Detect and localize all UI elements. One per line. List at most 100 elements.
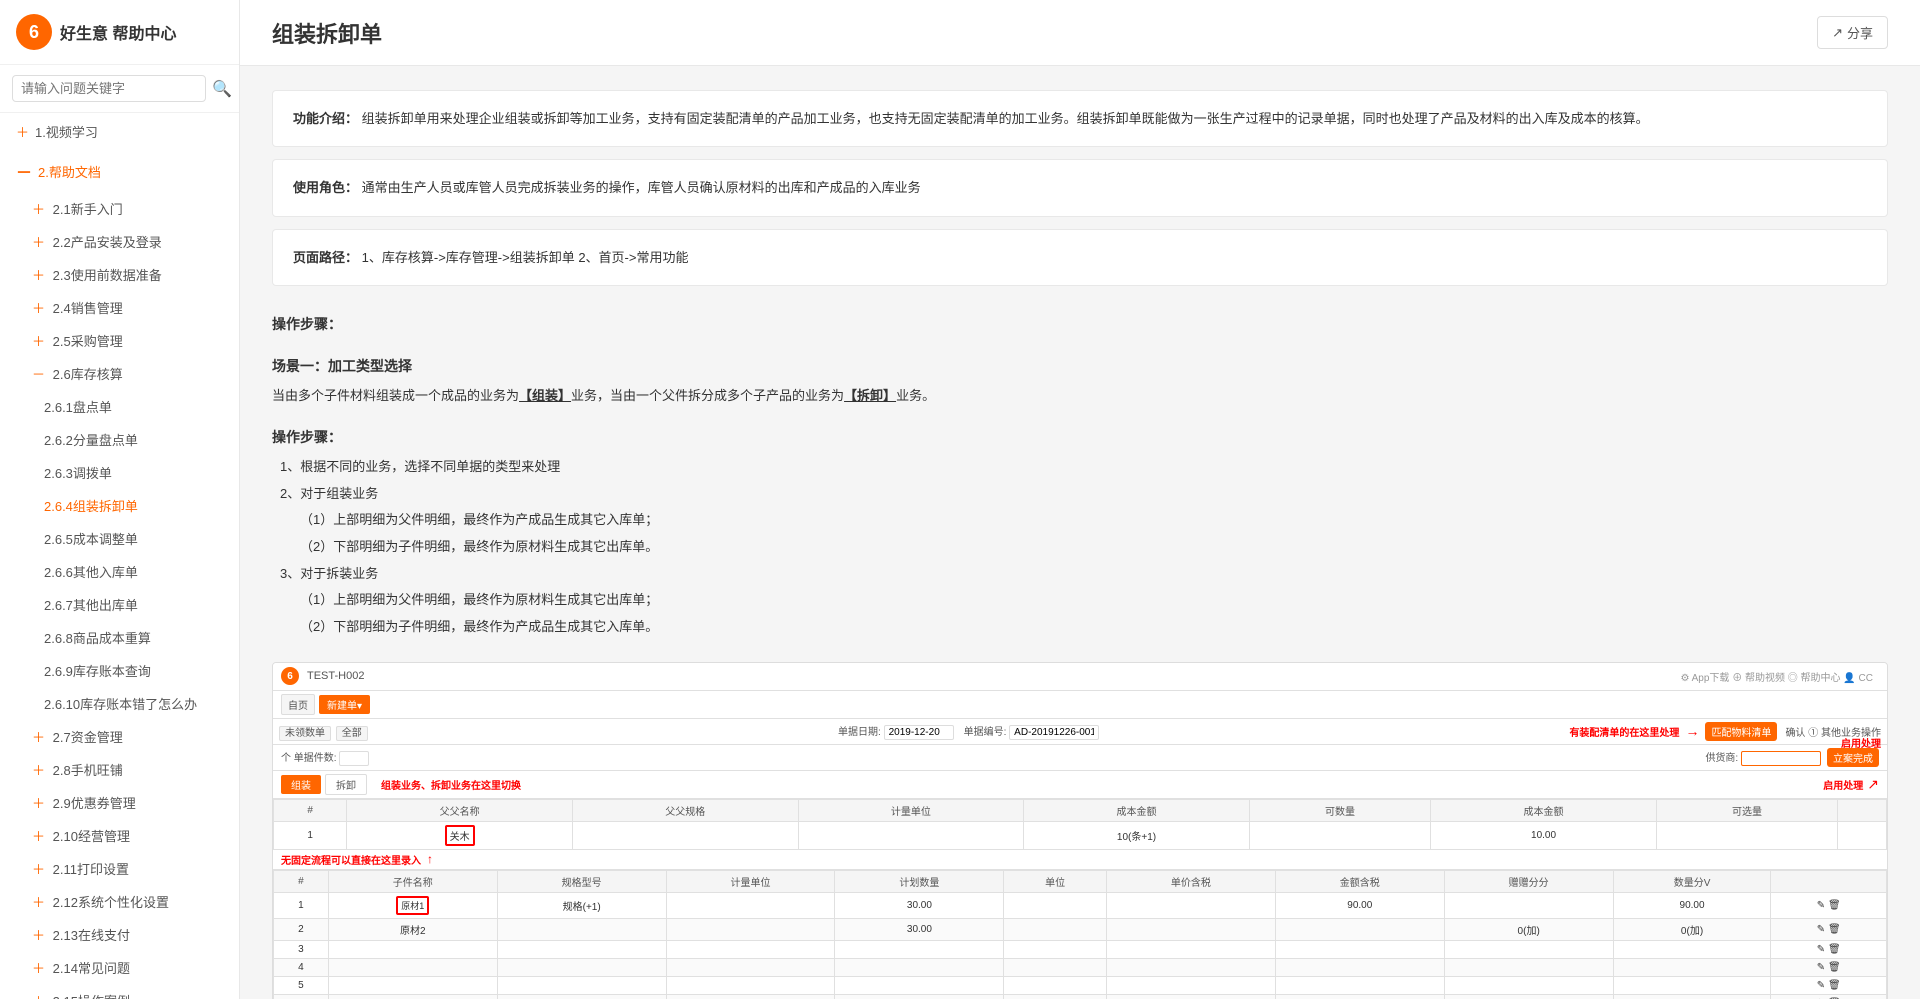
col-parent-spec: 父父规格 bbox=[572, 799, 798, 821]
sidebar-item-2.6.5[interactable]: 2.6.5成本调整单 bbox=[0, 522, 239, 555]
annotation-4: 启用处理 bbox=[1823, 777, 1863, 792]
plus-icon: ＋ bbox=[16, 122, 29, 141]
plus-icon-2.3: ＋ bbox=[32, 268, 45, 283]
table-row: 2 原材2 30.00 0(加) 0(加) ✎ 🗑 bbox=[274, 918, 1887, 940]
mini-disassemble-tab[interactable]: 拆卸 bbox=[325, 774, 367, 795]
main-content: 组装拆卸单 ↗ 分享 功能介绍： 组装拆卸单用来处理企业组装或拆卸等加工业务，支… bbox=[240, 0, 1920, 999]
sidebar-item-2.6.2[interactable]: 2.6.2分量盘点单 bbox=[0, 423, 239, 456]
ops-heading: 操作步骤： bbox=[272, 314, 1888, 334]
sidebar-item-2.6.4[interactable]: 2.6.4组装拆卸单 bbox=[0, 489, 239, 522]
annotation-1: 有装配清单的在这里处理 bbox=[1569, 724, 1679, 739]
sidebar-item-2.15[interactable]: ＋ 2.15操作案例 bbox=[0, 984, 239, 999]
path-label: 页面路径： bbox=[293, 250, 358, 265]
role-block: 使用角色： 通常由生产人员或库管人员完成拆装业务的操作，库管人员确认原材料的出库… bbox=[272, 159, 1888, 216]
intro-text: 组装拆卸单用来处理企业组装或拆卸等加工业务，支持有固定装配清单的产品加工业务，也… bbox=[362, 111, 1649, 126]
sidebar-item-2.1[interactable]: ＋ 2.1新手入门 bbox=[0, 192, 239, 225]
sidebar-item-2.7[interactable]: ＋ 2.7资金管理 bbox=[0, 720, 239, 753]
annotation-5-row: 无固定流程可以直接在这里录入 ↑ bbox=[273, 850, 1887, 870]
col-cost2: 成本金额 bbox=[1431, 799, 1657, 821]
scenario1-heading: 场景一：加工类型选择 bbox=[272, 356, 1888, 376]
sidebar-item-2.8[interactable]: ＋ 2.8手机旺铺 bbox=[0, 753, 239, 786]
sidebar-item-2.6.7[interactable]: 2.6.7其他出库单 bbox=[0, 588, 239, 621]
intro-block: 功能介绍： 组装拆卸单用来处理企业组装或拆卸等加工业务，支持有固定装配清单的产品… bbox=[272, 90, 1888, 147]
mini-confirm-btn[interactable]: 立案完成 bbox=[1827, 748, 1879, 767]
mini-type-tabs: 组装 拆卸 组装业务、拆卸业务在这里切换 启用处理 ↗ bbox=[273, 771, 1887, 799]
share-button[interactable]: ↗ 分享 bbox=[1817, 16, 1888, 49]
sidebar-item-2.6.6[interactable]: 2.6.6其他入库单 bbox=[0, 555, 239, 588]
sidebar-item-2.2[interactable]: ＋ 2.2产品安装及登录 bbox=[0, 225, 239, 258]
sidebar-item-2.3[interactable]: ＋ 2.3使用前数据准备 bbox=[0, 258, 239, 291]
sidebar-item-2.12[interactable]: ＋ 2.12系统个性化设置 bbox=[0, 885, 239, 918]
sidebar-item-2.6.3[interactable]: 2.6.3调拨单 bbox=[0, 456, 239, 489]
annotation-5: 无固定流程可以直接在这里录入 bbox=[281, 852, 421, 867]
sidebar-item-2.11[interactable]: ＋ 2.11打印设置 bbox=[0, 852, 239, 885]
search-input[interactable] bbox=[12, 75, 206, 102]
sidebar-item-docs[interactable]: － 2.帮助文档 bbox=[0, 150, 239, 192]
mini-supplier-input[interactable] bbox=[1741, 751, 1821, 766]
mini-home-tab[interactable]: 自页 bbox=[281, 694, 315, 715]
minus-icon: － bbox=[16, 159, 32, 183]
table-row: 1 关木 10(条+1) 10.00 bbox=[274, 821, 1887, 849]
mini-date-field: 单据日期: bbox=[838, 723, 954, 740]
scenario1-desc: 当由多个子件材料组装成一个成品的业务为【组装】业务，当由一个父件拆分成多个子产品… bbox=[272, 384, 1888, 409]
mini-app: 6 TEST-H002 ⚙ App下载 ⊕ 帮助视频 ◎ 帮助中心 👤 CC 自… bbox=[273, 663, 1887, 999]
steps-list: 1、根据不同的业务，选择不同单据的类型来处理 2、对于组装业务 （1）上部明细为… bbox=[280, 455, 1888, 642]
mini-order-input[interactable] bbox=[1009, 725, 1099, 740]
sidebar-item-2.9[interactable]: ＋ 2.9优惠券管理 bbox=[0, 786, 239, 819]
mini-topbar: 6 TEST-H002 ⚙ App下载 ⊕ 帮助视频 ◎ 帮助中心 👤 CC bbox=[273, 663, 1887, 691]
sidebar-item-2.6.9[interactable]: 2.6.9库存账本查询 bbox=[0, 654, 239, 687]
step-3-1: （1）上部明细为父件明细，最终作为原材料生成其它出库单； bbox=[280, 588, 1888, 613]
sidebar-item-2.4[interactable]: ＋ 2.4销售管理 bbox=[0, 291, 239, 324]
plus-icon-2.4: ＋ bbox=[32, 301, 45, 316]
sidebar-item-2.13[interactable]: ＋ 2.13在线支付 bbox=[0, 918, 239, 951]
col-unit: 计量单位 bbox=[798, 799, 1024, 821]
mini-assemble-tab[interactable]: 组装 bbox=[281, 775, 321, 794]
mini-logo: 6 bbox=[281, 667, 299, 685]
mini-status-tabs: 未领数单 全部 bbox=[279, 724, 368, 739]
role-text: 通常由生产人员或库管人员完成拆装业务的操作，库管人员确认原材料的出库和产成品的入… bbox=[362, 180, 921, 195]
mini-match-btn[interactable]: 匹配物料清单 bbox=[1705, 722, 1777, 741]
sidebar-header: 6 好生意 帮助中心 bbox=[0, 0, 239, 65]
col-avail: 可数量 bbox=[1249, 799, 1430, 821]
minus-icon-2.6: － bbox=[32, 367, 45, 382]
search-icon[interactable]: 🔍 bbox=[212, 79, 232, 99]
step-3: 3、对于拆装业务 bbox=[280, 562, 1888, 587]
annotation-3: 组装业务、拆卸业务在这里切换 bbox=[381, 777, 521, 792]
sidebar-item-2.6.8[interactable]: 2.6.8商品成本重算 bbox=[0, 621, 239, 654]
path-block: 页面路径： 1、库存核算->库存管理->组装拆卸单 2、首页->常用功能 bbox=[272, 229, 1888, 286]
plus-icon-2.1: ＋ bbox=[32, 202, 45, 217]
sidebar-item-2.5[interactable]: ＋ 2.5采购管理 bbox=[0, 324, 239, 357]
step-2: 2、对于组装业务 bbox=[280, 482, 1888, 507]
table-row: 6✎ 🗑 bbox=[274, 994, 1887, 999]
nav-section: ＋ 1.视频学习 － 2.帮助文档 ＋ 2.1新手入门 ＋ 2.2产品安装及登录… bbox=[0, 113, 239, 999]
mini-pieces-input[interactable] bbox=[339, 751, 369, 766]
mini-upper-table-wrapper: # 父父名称 父父规格 计量单位 成本金额 可数量 成本金额 可选量 bbox=[273, 799, 1887, 850]
step-2-1: （1）上部明细为父件明细，最终作为产成品生成其它入库单； bbox=[280, 508, 1888, 533]
sidebar-item-2.14[interactable]: ＋ 2.14常见问题 bbox=[0, 951, 239, 984]
step-2-2: （2）下部明细为子件明细，最终作为原材料生成其它出库单。 bbox=[280, 535, 1888, 560]
mini-new-tab[interactable]: 新建单▾ bbox=[319, 695, 370, 714]
mini-toolbar: 未领数单 全部 单据日期: 单据编号: 有装配清单的在这里处理 → 匹配物料清单 bbox=[273, 719, 1887, 745]
ops-steps-heading: 操作步骤： bbox=[272, 427, 1888, 447]
table-row: 4✎ 🗑 bbox=[274, 958, 1887, 976]
screenshot-container: 6 TEST-H002 ⚙ App下载 ⊕ 帮助视频 ◎ 帮助中心 👤 CC 自… bbox=[272, 662, 1888, 999]
sidebar-item-2.10[interactable]: ＋ 2.10经营管理 bbox=[0, 819, 239, 852]
mini-upper-table: # 父父名称 父父规格 计量单位 成本金额 可数量 成本金额 可选量 bbox=[273, 799, 1887, 850]
main-header: 组装拆卸单 ↗ 分享 bbox=[240, 0, 1920, 66]
sidebar-item-2.6[interactable]: － 2.6库存核算 bbox=[0, 357, 239, 390]
sidebar: 6 好生意 帮助中心 🔍 ＋ 1.视频学习 － 2.帮助文档 ＋ 2.1新手入门… bbox=[0, 0, 240, 999]
sidebar-item-2.6.10[interactable]: 2.6.10库存账本错了怎么办 bbox=[0, 687, 239, 720]
mini-date-input[interactable] bbox=[884, 725, 954, 740]
mini-lower-table-wrapper: # 子件名称 规格型号 计量单位 计划数量 单位 单价含税 金额含税 赠赠分分 … bbox=[273, 870, 1887, 999]
step-3-2: （2）下部明细为子件明细，最终作为产成品生成其它入库单。 bbox=[280, 615, 1888, 640]
col-num: # bbox=[274, 799, 347, 821]
plus-icon-2.2: ＋ bbox=[32, 235, 45, 250]
share-icon: ↗ bbox=[1832, 25, 1843, 41]
site-title: 好生意 帮助中心 bbox=[60, 20, 176, 44]
sidebar-item-videos[interactable]: ＋ 1.视频学习 bbox=[0, 113, 239, 150]
logo-icon: 6 bbox=[16, 14, 52, 50]
annotation-2-label: 启用处理 bbox=[1841, 735, 1881, 750]
table-row: 1 原材1 规格(+1) 30.00 90.00 90.00 ✎ 🗑 bbox=[274, 892, 1887, 918]
step-1: 1、根据不同的业务，选择不同单据的类型来处理 bbox=[280, 455, 1888, 480]
sidebar-item-2.6.1[interactable]: 2.6.1盘点单 bbox=[0, 390, 239, 423]
